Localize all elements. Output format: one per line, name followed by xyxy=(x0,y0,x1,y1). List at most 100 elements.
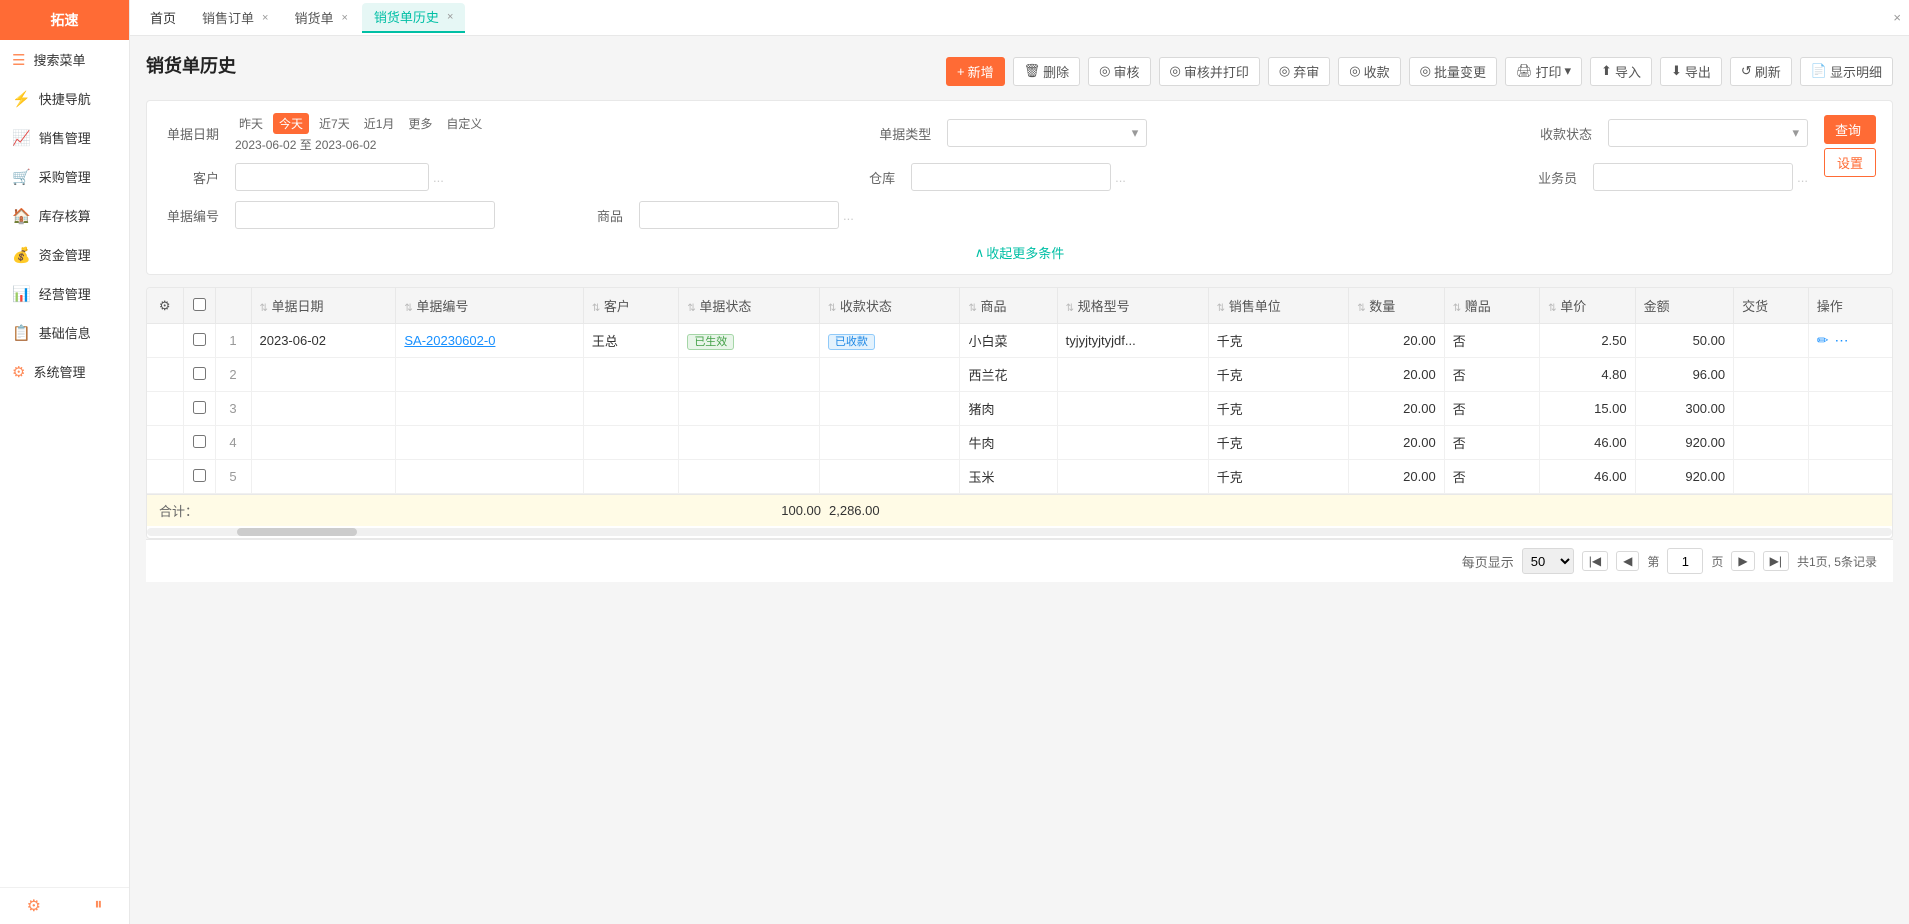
collect-button[interactable]: ◎ 收款 xyxy=(1338,57,1400,86)
sidebar-item-purchase-mgmt[interactable]: 🛒 采购管理 xyxy=(0,157,129,196)
tab-sales-goods-label: 销货单 xyxy=(294,8,333,27)
yesterday-btn[interactable]: 昨天 xyxy=(235,113,267,134)
row-checkbox-cell[interactable] xyxy=(183,324,215,358)
col-checkbox[interactable] xyxy=(183,288,215,324)
sidebar-item-search-menu[interactable]: ☰ 搜索菜单 xyxy=(0,40,129,79)
7days-btn[interactable]: 近7天 xyxy=(315,113,354,134)
window-close-icon[interactable]: × xyxy=(1893,10,1901,25)
collapse-button[interactable]: ∧ 收起更多条件 xyxy=(163,239,1876,262)
col-qty-header[interactable]: ⇅ 数量 xyxy=(1349,288,1444,324)
review-print-button[interactable]: ◎ 审核并打印 xyxy=(1159,57,1260,86)
delete-button[interactable]: 🗑 删除 xyxy=(1013,57,1081,86)
prev-page-btn[interactable]: ◀ xyxy=(1616,551,1639,571)
row-checkbox[interactable] xyxy=(193,469,206,482)
scrollbar-thumb[interactable] xyxy=(237,528,357,536)
row-checkbox-cell[interactable] xyxy=(183,392,215,426)
sidebar-item-quick-nav[interactable]: ⚡ 快捷导航 xyxy=(0,79,129,118)
review-button[interactable]: ◎ 审核 xyxy=(1088,57,1150,86)
per-page-select[interactable]: 50 100 200 xyxy=(1522,548,1574,574)
first-page-btn[interactable]: |◀ xyxy=(1582,551,1608,571)
col-customer-header[interactable]: ⇅ 客户 xyxy=(583,288,678,324)
sidebar-pause-icon[interactable]: ⏸ xyxy=(94,896,102,916)
collect-status-select[interactable]: ▾ xyxy=(1608,119,1808,147)
more-icon[interactable]: ⋯ xyxy=(1834,332,1848,349)
row-checkbox[interactable] xyxy=(193,435,206,448)
today-btn[interactable]: 今天 xyxy=(273,113,309,134)
tab-sales-goods[interactable]: 销货单 × xyxy=(282,3,359,33)
row-docno[interactable]: SA-20230602-0 xyxy=(396,324,583,358)
close-sales-order-icon[interactable]: × xyxy=(262,12,268,24)
settings-gear-icon[interactable]: ⚙ xyxy=(159,298,171,313)
sidebar-item-finance[interactable]: 💰 资金管理 xyxy=(0,235,129,274)
salesperson-ellipsis[interactable]: ... xyxy=(1797,170,1808,185)
close-sales-goods-icon[interactable]: × xyxy=(341,12,347,24)
more-btn[interactable]: 更多 xyxy=(404,113,436,134)
row-checkbox[interactable] xyxy=(193,401,206,414)
row-checkbox[interactable] xyxy=(193,367,206,380)
batch-change-button[interactable]: ◎ 批量变更 xyxy=(1409,57,1497,86)
show-detail-button[interactable]: 📄 显示明细 xyxy=(1800,57,1893,86)
select-all-checkbox[interactable] xyxy=(193,298,206,311)
row-checkbox[interactable] xyxy=(193,333,206,346)
row-docno[interactable] xyxy=(396,460,583,494)
tab-home[interactable]: 首页 xyxy=(138,3,188,33)
current-page-input[interactable]: 1 xyxy=(1667,548,1703,574)
row-collectstatus xyxy=(819,460,960,494)
abandon-label: 弃审 xyxy=(1293,62,1319,81)
sidebar-item-system-mgmt[interactable]: ⚙ 系统管理 xyxy=(0,352,129,391)
col-collectstatus-header[interactable]: ⇅ 收款状态 xyxy=(819,288,960,324)
1month-btn[interactable]: 近1月 xyxy=(360,113,399,134)
horizontal-scrollbar[interactable] xyxy=(147,528,1892,536)
col-spec-header[interactable]: ⇅ 规格型号 xyxy=(1057,288,1208,324)
row-docno[interactable] xyxy=(396,358,583,392)
col-docstatus-header[interactable]: ⇅ 单据状态 xyxy=(679,288,820,324)
col-price-header[interactable]: ⇅ 单价 xyxy=(1540,288,1635,324)
row-spec xyxy=(1057,426,1208,460)
print-button[interactable]: 🖨 打印 ▾ xyxy=(1505,57,1582,86)
warehouse-ellipsis[interactable]: ... xyxy=(1115,170,1126,185)
query-button[interactable]: 查询 xyxy=(1824,115,1876,144)
col-unit-header[interactable]: ⇅ 销售单位 xyxy=(1208,288,1349,324)
sidebar-item-sales-mgmt[interactable]: 📈 销售管理 xyxy=(0,118,129,157)
col-goods-header[interactable]: ⇅ 商品 xyxy=(960,288,1057,324)
customer-input[interactable] xyxy=(235,163,429,191)
col-date-header[interactable]: ⇅ 单据日期 xyxy=(251,288,396,324)
refresh-button[interactable]: ↺ 刷新 xyxy=(1730,57,1792,86)
tab-sales-history[interactable]: 销货单历史 × xyxy=(362,3,465,33)
row-checkbox-cell[interactable] xyxy=(183,358,215,392)
last-page-btn[interactable]: ▶| xyxy=(1763,551,1789,571)
set-button[interactable]: 设置 xyxy=(1824,148,1876,177)
goods-ellipsis[interactable]: ... xyxy=(843,208,854,223)
import-button[interactable]: ⬆ 导入 xyxy=(1590,57,1652,86)
doc-no-input[interactable] xyxy=(235,201,495,229)
row-docno[interactable] xyxy=(396,426,583,460)
salesperson-input[interactable] xyxy=(1593,163,1793,191)
abandon-button[interactable]: ◎ 弃审 xyxy=(1268,57,1330,86)
doc-type-select[interactable]: ▾ xyxy=(947,119,1147,147)
row-spec xyxy=(1057,460,1208,494)
warehouse-input[interactable] xyxy=(911,163,1111,191)
row-docstatus xyxy=(679,426,820,460)
add-button[interactable]: + 新增 xyxy=(946,57,1005,86)
goods-input[interactable] xyxy=(639,201,839,229)
tab-sales-order[interactable]: 销售订单 × xyxy=(190,3,280,33)
print-icon: 🖨 xyxy=(1516,63,1533,79)
page-suffix: 页 xyxy=(1711,553,1723,570)
edit-icon[interactable]: ✏ xyxy=(1817,332,1829,349)
row-docstatus xyxy=(679,392,820,426)
col-gift-header[interactable]: ⇅ 赠品 xyxy=(1444,288,1539,324)
row-checkbox-cell[interactable] xyxy=(183,426,215,460)
sidebar-item-basic-info[interactable]: 📋 基础信息 xyxy=(0,313,129,352)
sidebar-item-inventory[interactable]: 🏠 库存核算 xyxy=(0,196,129,235)
col-settings[interactable]: ⚙ xyxy=(147,288,183,324)
row-checkbox-cell[interactable] xyxy=(183,460,215,494)
col-docno-header[interactable]: ⇅ 单据编号 xyxy=(396,288,583,324)
customer-ellipsis[interactable]: ... xyxy=(433,170,444,185)
close-sales-history-icon[interactable]: × xyxy=(447,11,453,23)
export-button[interactable]: ⬇ 导出 xyxy=(1660,57,1722,86)
custom-btn[interactable]: 自定义 xyxy=(442,113,486,134)
sidebar-settings-icon[interactable]: ⚙ xyxy=(27,896,41,916)
sidebar-item-operations[interactable]: 📊 经营管理 xyxy=(0,274,129,313)
next-page-btn[interactable]: ▶ xyxy=(1731,551,1754,571)
row-docno[interactable] xyxy=(396,392,583,426)
